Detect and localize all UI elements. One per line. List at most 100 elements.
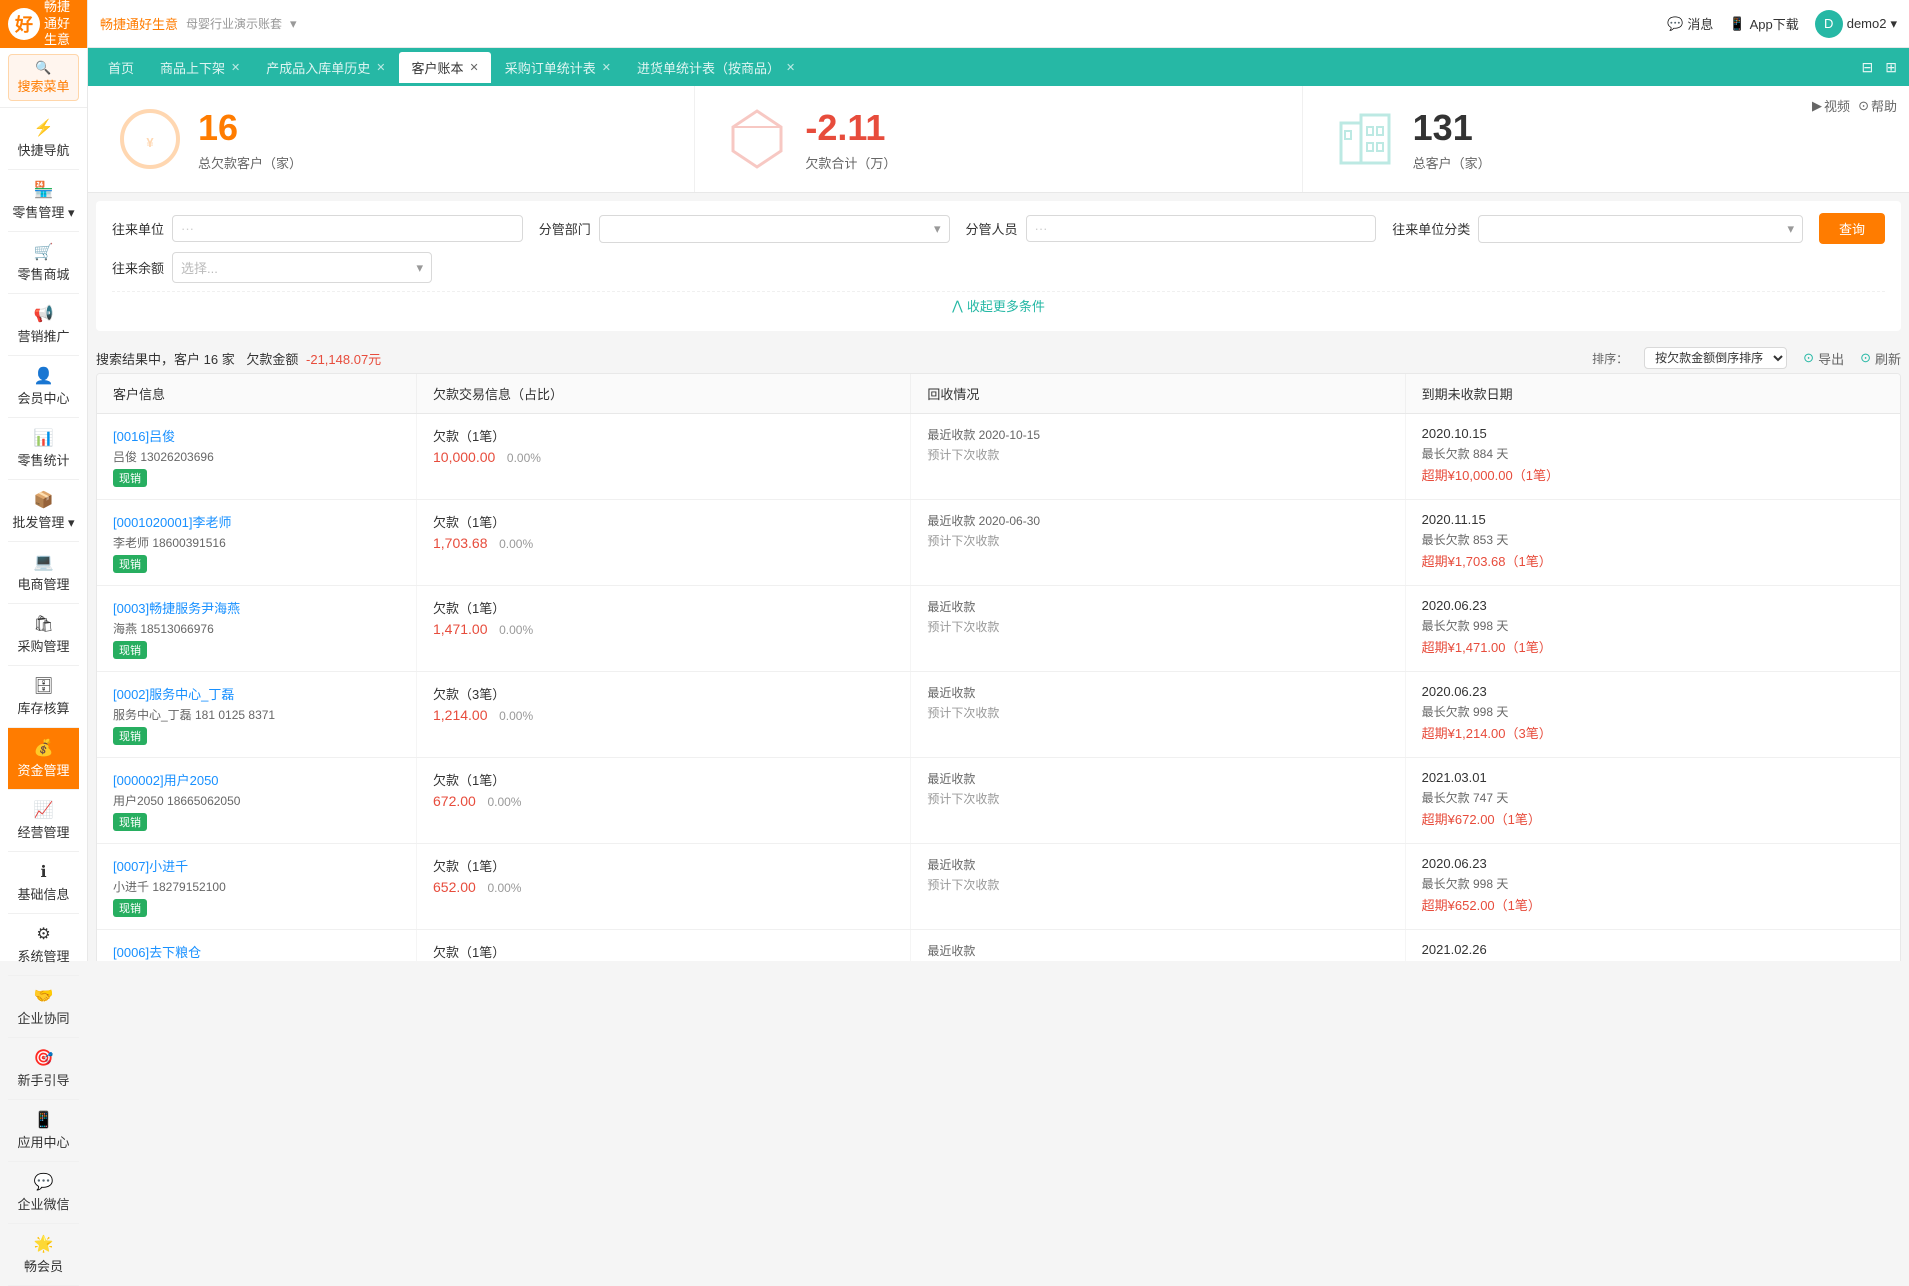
- sidebar-item-18[interactable]: 🌟畅会员: [8, 1224, 78, 1286]
- sidebar-item-2[interactable]: 🛒零售商城: [8, 232, 78, 294]
- customer-phone-5: 小进千 18279152100: [113, 878, 400, 895]
- sidebar-item-0[interactable]: ⚡快捷导航: [8, 108, 78, 170]
- tab-close-inbound[interactable]: ✕: [786, 61, 795, 74]
- debt-ratio-5: 0.00%: [487, 881, 521, 895]
- sidebar-item-1[interactable]: 🏪零售管理 ▾: [8, 170, 78, 232]
- stat-card-debt: -2.11 欠款合计（万）: [695, 86, 1302, 192]
- sidebar-item-17[interactable]: 💬企业微信: [8, 1162, 78, 1224]
- filter-person-input[interactable]: ···: [1026, 215, 1377, 242]
- customer-name-6[interactable]: [0006]去下粮仓: [113, 942, 400, 961]
- overdue-amount-4[interactable]: 超期¥672.00（1笔）: [1422, 809, 1884, 828]
- search-menu-btn[interactable]: 🔍 搜索菜单: [8, 54, 79, 101]
- tabs-shrink-btn[interactable]: ⊟: [1858, 57, 1878, 78]
- customer-badge-4: 现销: [113, 813, 147, 831]
- sidebar-item-9[interactable]: 🗄 库存核算: [8, 666, 78, 728]
- tab-close-production[interactable]: ✕: [376, 61, 385, 74]
- filter-person-dots: ···: [1035, 221, 1048, 236]
- customer-name-5[interactable]: [0007]小进千: [113, 856, 400, 875]
- filter-unit-input[interactable]: ···: [172, 215, 523, 242]
- customer-name-4[interactable]: [000002]用户2050: [113, 770, 400, 789]
- tab-purchase[interactable]: 采购订单统计表 ✕: [493, 52, 623, 83]
- help-btn[interactable]: ⊙ 帮助: [1858, 96, 1897, 115]
- debt-ratio-4: 0.00%: [487, 795, 521, 809]
- sort-select[interactable]: 按欠款金额倒序排序: [1644, 347, 1787, 369]
- td-overdue-1: 2020.11.15 最长欠款 853 天 超期¥1,703.68（1笔）: [1406, 500, 1900, 585]
- table-row: [0016]吕俊 吕俊 13026203696 现销 欠款（1笔） 10,000…: [97, 414, 1900, 500]
- filter-row-1: 往来单位 ··· 分管部门 ▾ 分管人员 ···: [112, 213, 1885, 244]
- sidebar-item-8[interactable]: 🛍采购管理: [8, 604, 78, 666]
- app-download-btn[interactable]: 📱 App下载: [1729, 14, 1798, 33]
- export-btn[interactable]: ⊙ 导出: [1803, 349, 1844, 368]
- next-collection-2: 预计下次收款: [927, 618, 1388, 635]
- sidebar-item-3[interactable]: 📢营销推广: [8, 294, 78, 356]
- user-menu[interactable]: D demo2 ▾: [1815, 10, 1897, 38]
- filter-label-category: 往来单位分类: [1392, 219, 1470, 238]
- tabs-expand-btn[interactable]: ⊞: [1881, 57, 1901, 78]
- filter-group-balance: 往来余额 选择... ▾: [112, 252, 432, 283]
- sidebar-item-11[interactable]: 📈经营管理: [8, 790, 78, 852]
- tab-close-customer[interactable]: ✕: [470, 61, 479, 74]
- stat-info-customers: 16 总欠款客户（家）: [198, 106, 302, 172]
- stat-card-customers: ¥ 16 总欠款客户（家）: [88, 86, 695, 192]
- customer-phone-3: 服务中心_丁磊 181 0125 8371: [113, 706, 400, 723]
- tab-inbound[interactable]: 进货单统计表（按商品） ✕: [625, 52, 807, 83]
- overdue-date-1: 2020.11.15: [1422, 512, 1884, 527]
- nav-icon: 🗄: [12, 676, 74, 696]
- table-row: [0002]服务中心_丁磊 服务中心_丁磊 181 0125 8371 现销 欠…: [97, 672, 1900, 758]
- video-btn[interactable]: ▶ 视频: [1812, 96, 1850, 115]
- customer-name-2[interactable]: [0003]畅捷服务尹海燕: [113, 598, 400, 617]
- nav-icon: ⚡: [12, 118, 74, 138]
- customer-phone-0: 吕俊 13026203696: [113, 448, 400, 465]
- debt-amount-1: 1,703.68: [433, 535, 488, 551]
- tab-customer-account[interactable]: 客户账本 ✕: [399, 52, 490, 83]
- sidebar-item-15[interactable]: 🎯新手引导: [8, 1038, 78, 1100]
- sidebar-item-5[interactable]: 📊零售统计: [8, 418, 78, 480]
- filter-dept-select[interactable]: ▾: [599, 215, 950, 243]
- refresh-btn[interactable]: ⊙ 刷新: [1860, 349, 1901, 368]
- sidebar-item-16[interactable]: 📱应用中心: [8, 1100, 78, 1162]
- tab-products[interactable]: 商品上下架 ✕: [148, 52, 252, 83]
- customer-name-3[interactable]: [0002]服务中心_丁磊: [113, 684, 400, 703]
- sidebar-item-14[interactable]: 🤝企业协同: [8, 976, 78, 1038]
- tab-close-products[interactable]: ✕: [231, 61, 240, 74]
- customer-name-0[interactable]: [0016]吕俊: [113, 426, 400, 445]
- dropdown-icon[interactable]: ▾: [290, 16, 297, 32]
- building-icon: [1333, 107, 1397, 171]
- filter-category-select[interactable]: ▾: [1478, 215, 1803, 243]
- nav-label: 资金管理: [12, 760, 74, 779]
- nav-icon: 📦: [12, 490, 74, 510]
- nav-icon: ⚙: [12, 924, 74, 944]
- logo-icon: 好: [8, 8, 40, 40]
- sidebar-item-12[interactable]: ℹ基础信息: [8, 852, 78, 914]
- sidebar-item-7[interactable]: 💻电商管理: [8, 542, 78, 604]
- overdue-amount-3[interactable]: 超期¥1,214.00（3笔）: [1422, 723, 1884, 742]
- sidebar-item-13[interactable]: ⚙ 系统管理: [8, 914, 78, 976]
- message-btn[interactable]: 💬 消息: [1667, 14, 1713, 33]
- nav-label: 系统管理: [12, 946, 74, 965]
- nav-label: 库存核算: [12, 698, 74, 717]
- overdue-amount-1[interactable]: 超期¥1,703.68（1笔）: [1422, 551, 1884, 570]
- filter-balance-select[interactable]: 选择... ▾: [172, 252, 432, 283]
- customer-name-1[interactable]: [0001020001]李老师: [113, 512, 400, 531]
- message-icon: 💬: [1667, 16, 1683, 32]
- recent-collection-4: 最近收款: [927, 770, 1388, 787]
- query-button[interactable]: 查询: [1819, 213, 1885, 244]
- search-menu-item[interactable]: 🔍 搜索菜单: [0, 48, 87, 108]
- overdue-amount-0[interactable]: 超期¥10,000.00（1笔）: [1422, 465, 1884, 484]
- tab-production[interactable]: 产成品入库单历史 ✕: [254, 52, 397, 83]
- overdue-amount-2[interactable]: 超期¥1,471.00（1笔）: [1422, 637, 1884, 656]
- sidebar-item-4[interactable]: 👤会员中心: [8, 356, 78, 418]
- filter-collapse[interactable]: ⋀ 收起更多条件: [112, 291, 1885, 319]
- page-content: ¥ 16 总欠款客户（家） -2.11 欠款合计（万）: [88, 86, 1909, 961]
- debt-ratio-1: 0.00%: [499, 537, 533, 551]
- stat-label-debt: 欠款合计（万）: [805, 153, 896, 172]
- td-customer-2: [0003]畅捷服务尹海燕 海燕 18513066976 现销: [97, 586, 417, 671]
- filter-row-2: 往来余额 选择... ▾: [112, 252, 1885, 283]
- overdue-date-3: 2020.06.23: [1422, 684, 1884, 699]
- overdue-amount-5[interactable]: 超期¥652.00（1笔）: [1422, 895, 1884, 914]
- tab-home[interactable]: 首页: [96, 52, 146, 83]
- sidebar-item-6[interactable]: 📦批发管理 ▾: [8, 480, 78, 542]
- sidebar-item-10[interactable]: 💰资金管理: [8, 728, 78, 790]
- stat-card-total: 131 总客户（家） ▶ 视频 ⊙ 帮助: [1303, 86, 1909, 192]
- tab-close-purchase[interactable]: ✕: [602, 61, 611, 74]
